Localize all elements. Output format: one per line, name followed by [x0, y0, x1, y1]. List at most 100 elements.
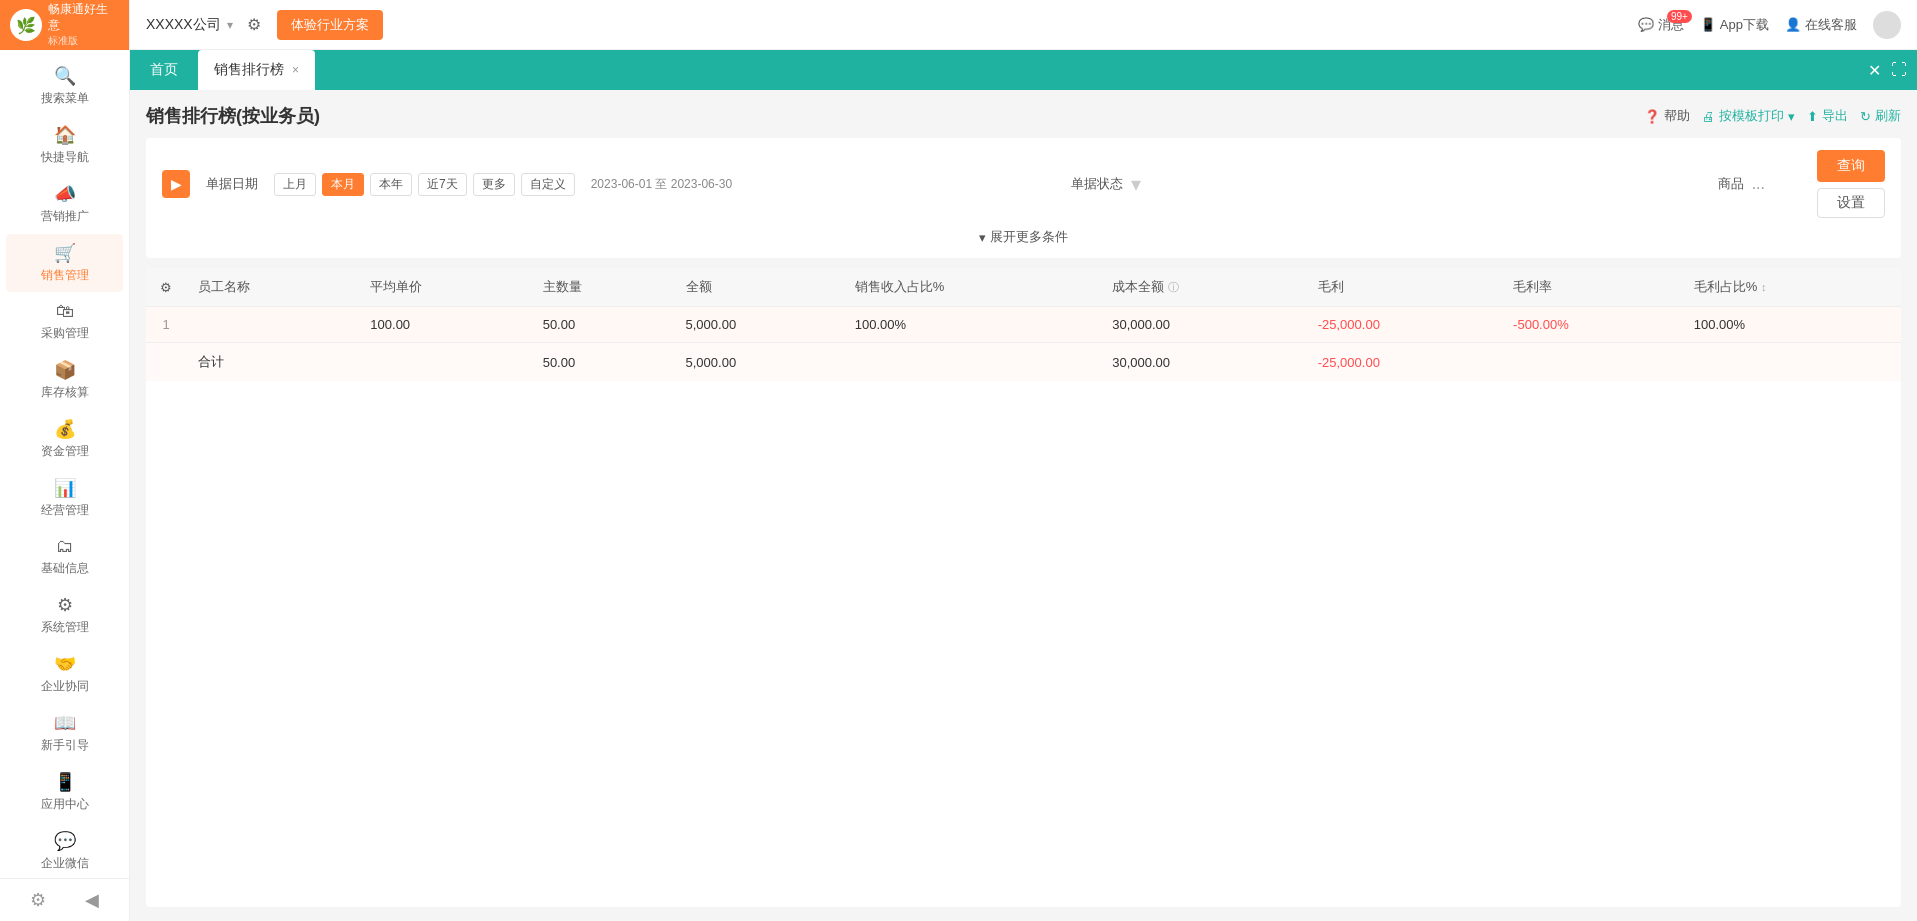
filter-row-2: ▾ 展开更多条件	[162, 228, 1885, 246]
settings-footer-icon[interactable]: ⚙	[30, 889, 46, 911]
message-btn[interactable]: 💬 消息 99+	[1638, 16, 1684, 34]
tab-expand-icon[interactable]: ⛶	[1891, 61, 1907, 79]
cell-amount: 5,000.00	[674, 307, 843, 343]
date-btn-last-month[interactable]: 上月	[274, 173, 316, 196]
sidebar-item-label: 营销推广	[41, 208, 89, 225]
refresh-btn[interactable]: ↻ 刷新	[1860, 107, 1901, 125]
company-settings-icon[interactable]: ⚙	[247, 15, 261, 34]
footer-amount: 5,000.00	[674, 343, 843, 382]
page-title: 销售排行榜(按业务员)	[146, 104, 320, 128]
system-icon: ⚙	[57, 594, 73, 616]
footer-profit-rate	[1501, 343, 1682, 382]
tab-close-icon[interactable]: ×	[292, 63, 299, 77]
help-btn[interactable]: ❓ 帮助	[1644, 107, 1690, 125]
collapse-icon[interactable]: ◀	[85, 889, 99, 911]
expand-label: 展开更多条件	[990, 228, 1068, 246]
sidebar-item-label: 经营管理	[41, 502, 89, 519]
col-amount: 全额	[674, 268, 843, 307]
logo-icon: 🌿	[10, 9, 42, 41]
online-service-btn[interactable]: 👤 在线客服	[1785, 16, 1857, 34]
sidebar-item-finance[interactable]: 💰 资金管理	[6, 410, 123, 468]
print-label: 按模板打印	[1719, 107, 1784, 125]
date-btn-this-year[interactable]: 本年	[370, 173, 412, 196]
col-settings[interactable]: ⚙	[146, 268, 186, 307]
set-button[interactable]: 设置	[1817, 188, 1885, 218]
sidebar-item-label: 资金管理	[41, 443, 89, 460]
col-qty: 主数量	[531, 268, 674, 307]
goods-filter-label: 商品	[1718, 175, 1744, 193]
table-footer-row: 合计 50.00 5,000.00 30,000.00 -25,000.00	[146, 343, 1901, 382]
date-btn-group: 上月 本月 本年 近7天 更多 自定义	[274, 173, 575, 196]
filter-toggle-icon[interactable]: ▶	[162, 170, 190, 198]
app-download-btn[interactable]: 📱 App下载	[1700, 16, 1769, 34]
date-range-display: 2023-06-01 至 2023-06-30	[591, 176, 732, 193]
company-selector[interactable]: XXXXX公司 ▾	[146, 16, 233, 34]
tab-home[interactable]: 首页	[130, 50, 198, 90]
main-area: XXXXX公司 ▾ ⚙ 体验行业方案 💬 消息 99+ 📱 App下载 👤 在线…	[130, 0, 1917, 921]
col-cost: 成本全额 ⓘ	[1100, 268, 1306, 307]
basic-icon: 🗂	[56, 536, 74, 557]
footer-cost: 30,000.00	[1100, 343, 1306, 382]
sidebar-item-system[interactable]: ⚙ 系统管理	[6, 586, 123, 644]
filter-row-1: ▶ 单据日期 上月 本月 本年 近7天 更多 自定义 2023-06-01 至 …	[162, 150, 1885, 218]
status-filter: 单据状态 ▾	[1071, 172, 1378, 196]
sidebar-item-sales[interactable]: 🛒 销售管理	[6, 234, 123, 292]
status-select[interactable]: ▾	[1131, 172, 1141, 196]
col-profit-pct: 毛利占比% ↕	[1682, 268, 1901, 307]
service-label: 在线客服	[1805, 16, 1857, 34]
goods-more-icon[interactable]: ...	[1752, 175, 1765, 193]
sales-icon: 🛒	[54, 242, 76, 264]
sidebar-item-quick[interactable]: 🏠 快捷导航	[6, 116, 123, 174]
cell-cost: 30,000.00	[1100, 307, 1306, 343]
footer-profit-pct	[1682, 343, 1901, 382]
table-header-row: ⚙ 员工名称 平均单价 主数量 全额 销售收入占比% 成本全额 ⓘ 毛利 毛利率…	[146, 268, 1901, 307]
cell-sales-pct: 100.00%	[843, 307, 1101, 343]
sidebar-footer: ⚙ ◀	[0, 878, 129, 921]
tab-sales-ranking[interactable]: 销售排行榜 ×	[198, 50, 315, 90]
tab-home-label: 首页	[150, 61, 178, 79]
avatar[interactable]	[1873, 11, 1901, 39]
logo-sub: 标准版	[48, 34, 119, 48]
sidebar-item-label: 销售管理	[41, 267, 89, 284]
print-btn[interactable]: 🖨 按模板打印 ▾	[1702, 107, 1795, 125]
sidebar-item-stock[interactable]: 📦 库存核算	[6, 351, 123, 409]
stock-icon: 📦	[54, 359, 76, 381]
tab-close-window-icon[interactable]: ✕	[1868, 61, 1881, 80]
app-icon: 📱	[1700, 17, 1716, 32]
refresh-icon: ↻	[1860, 109, 1871, 124]
tabbar-right: ✕ ⛶	[1868, 61, 1917, 80]
footer-sales-pct	[843, 343, 1101, 382]
sidebar-item-label: 基础信息	[41, 560, 89, 577]
topbar: XXXXX公司 ▾ ⚙ 体验行业方案 💬 消息 99+ 📱 App下载 👤 在线…	[130, 0, 1917, 50]
query-button[interactable]: 查询	[1817, 150, 1885, 182]
topbar-right: 💬 消息 99+ 📱 App下载 👤 在线客服	[1638, 11, 1901, 39]
sidebar-item-guide[interactable]: 📖 新手引导	[6, 704, 123, 762]
footer-empty1	[146, 343, 186, 382]
date-btn-this-month[interactable]: 本月	[322, 173, 364, 196]
sidebar-item-operation[interactable]: 📊 经营管理	[6, 469, 123, 527]
footer-qty: 50.00	[531, 343, 674, 382]
tabbar: 首页 销售排行榜 × ✕ ⛶	[130, 50, 1917, 90]
date-btn-more[interactable]: 更多	[473, 173, 515, 196]
sidebar-item-basic[interactable]: 🗂 基础信息	[6, 528, 123, 585]
export-icon: ⬆	[1807, 109, 1818, 124]
cell-rank: 1	[146, 307, 186, 343]
trial-button[interactable]: 体验行业方案	[277, 10, 383, 40]
sidebar-item-label: 快捷导航	[41, 149, 89, 166]
cell-name	[186, 307, 358, 343]
date-btn-custom[interactable]: 自定义	[521, 173, 575, 196]
sidebar-item-apps[interactable]: 📱 应用中心	[6, 763, 123, 821]
expand-conditions-btn[interactable]: ▾ 展开更多条件	[979, 228, 1068, 246]
sidebar-item-wechat[interactable]: 💬 企业微信	[6, 822, 123, 878]
export-btn[interactable]: ⬆ 导出	[1807, 107, 1848, 125]
date-btn-7days[interactable]: 近7天	[418, 173, 467, 196]
sidebar-item-label: 新手引导	[41, 737, 89, 754]
chevron-down-icon: ▾	[1131, 172, 1141, 196]
sidebar-item-purchase[interactable]: 🛍 采购管理	[6, 293, 123, 350]
sidebar-item-search[interactable]: 🔍 搜索菜单	[6, 57, 123, 115]
col-profit: 毛利	[1306, 268, 1501, 307]
sidebar-item-marketing[interactable]: 📣 营销推广	[6, 175, 123, 233]
app-label: App下载	[1720, 16, 1769, 34]
sidebar-item-coop[interactable]: 🤝 企业协同	[6, 645, 123, 703]
status-filter-label: 单据状态	[1071, 175, 1123, 193]
